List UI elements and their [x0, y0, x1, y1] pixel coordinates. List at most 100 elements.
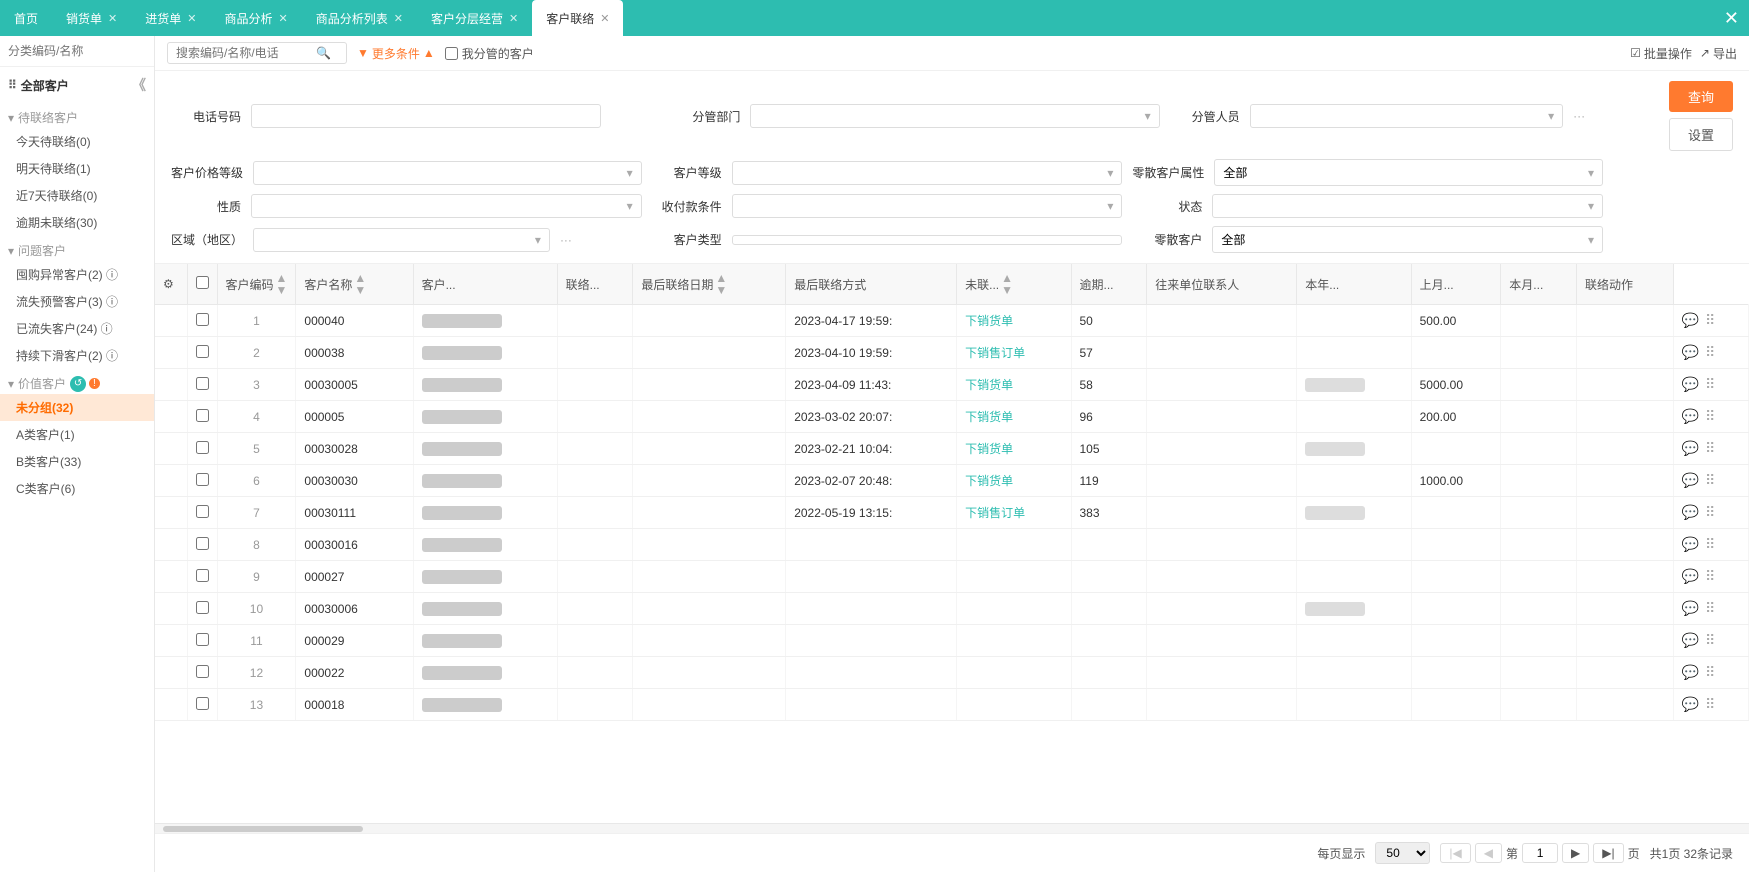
message-icon[interactable]: 💬	[1682, 696, 1699, 713]
row-last-method[interactable]: 下销货单	[957, 369, 1071, 401]
sidebar-group-pending[interactable]: ▾ 待联络客户	[0, 103, 154, 128]
row-checkbox-cell[interactable]	[187, 561, 217, 593]
row-checkbox-cell[interactable]	[187, 337, 217, 369]
sidebar-item-class-b[interactable]: B类客户(33)	[0, 448, 154, 475]
row-last-method[interactable]: 下销货单	[957, 305, 1071, 337]
sidebar-item-class-c[interactable]: C类客户(6)	[0, 475, 154, 502]
row-last-method[interactable]: 下销售订单	[957, 497, 1071, 529]
grid-action-icon[interactable]: ⠿	[1705, 440, 1715, 457]
tab-close-customer-contact[interactable]: ✕	[600, 12, 609, 25]
prev-page-button[interactable]: ◀	[1475, 843, 1502, 863]
sidebar-group-problem[interactable]: ▾ 问题客户	[0, 236, 154, 261]
grid-action-icon[interactable]: ⠿	[1705, 568, 1715, 585]
gear-icon[interactable]: ⚙	[163, 277, 174, 291]
tab-sales-order[interactable]: 销货单 ✕	[52, 0, 131, 36]
grid-action-icon[interactable]: ⠿	[1705, 696, 1715, 713]
row-checkbox[interactable]	[196, 377, 209, 390]
tab-product-analysis[interactable]: 商品分析 ✕	[210, 0, 301, 36]
row-checkbox[interactable]	[196, 537, 209, 550]
grid-action-icon[interactable]: ⠿	[1705, 600, 1715, 617]
contact-method-link[interactable]: 下销货单	[965, 474, 1013, 488]
customer-type-select[interactable]	[732, 235, 1123, 245]
row-checkbox[interactable]	[196, 505, 209, 518]
sidebar-item-churn-warning[interactable]: 流失预警客户(3) ⓘ	[0, 288, 154, 315]
filter-more-button[interactable]: ▼ 更多条件 ▲	[357, 45, 435, 62]
row-checkbox[interactable]	[196, 473, 209, 486]
tab-close-product-analysis-list[interactable]: ✕	[394, 12, 403, 25]
row-checkbox[interactable]	[196, 345, 209, 358]
sidebar-item-today-contact[interactable]: 今天待联络(0)	[0, 128, 154, 155]
sidebar-group-value[interactable]: ▾ 价值客户 ↺ !	[0, 369, 154, 394]
sidebar-item-ungroup[interactable]: 未分组(32)	[0, 394, 154, 421]
row-checkbox-cell[interactable]	[187, 529, 217, 561]
first-page-button[interactable]: |◀	[1440, 843, 1470, 863]
dept-select[interactable]: ▾	[750, 104, 1159, 128]
message-icon[interactable]: 💬	[1682, 536, 1699, 553]
message-icon[interactable]: 💬	[1682, 472, 1699, 489]
sidebar-search-input[interactable]	[8, 44, 155, 58]
customer-level-select[interactable]: ▾	[732, 161, 1123, 185]
message-icon[interactable]: 💬	[1682, 440, 1699, 457]
status-select[interactable]: ▾	[1212, 194, 1603, 218]
tab-customer-segment[interactable]: 客户分层经营 ✕	[417, 0, 532, 36]
sidebar-search-box[interactable]: 🔍	[0, 36, 154, 67]
row-last-method[interactable]: 下销货单	[957, 401, 1071, 433]
row-checkbox-cell[interactable]	[187, 593, 217, 625]
tab-product-analysis-list[interactable]: 商品分析列表 ✕	[302, 0, 417, 36]
price-level-select[interactable]: ▾	[253, 161, 642, 185]
grid-action-icon[interactable]: ⠿	[1705, 536, 1715, 553]
th-gear[interactable]: ⚙	[155, 264, 187, 305]
tab-close-product-analysis[interactable]: ✕	[279, 12, 288, 25]
sidebar-item-overdue-contact[interactable]: 逾期未联络(30)	[0, 209, 154, 236]
row-checkbox[interactable]	[196, 697, 209, 710]
grid-action-icon[interactable]: ⠿	[1705, 408, 1715, 425]
row-checkbox[interactable]	[196, 665, 209, 678]
contact-method-link[interactable]: 下销货单	[965, 410, 1013, 424]
tab-close-customer-segment[interactable]: ✕	[509, 12, 518, 25]
sidebar-item-class-a[interactable]: A类客户(1)	[0, 421, 154, 448]
row-checkbox-cell[interactable]	[187, 465, 217, 497]
page-size-select[interactable]: 50 100	[1375, 842, 1430, 864]
grid-action-icon[interactable]: ⠿	[1705, 312, 1715, 329]
grid-action-icon[interactable]: ⠿	[1705, 472, 1715, 489]
message-icon[interactable]: 💬	[1682, 504, 1699, 521]
next-page-button[interactable]: ▶	[1562, 843, 1589, 863]
contact-method-link[interactable]: 下销售订单	[965, 346, 1025, 360]
row-checkbox-cell[interactable]	[187, 625, 217, 657]
horizontal-scrollbar[interactable]	[155, 823, 1749, 833]
grid-action-icon[interactable]: ⠿	[1705, 504, 1715, 521]
sidebar-item-7days-contact[interactable]: 近7天待联络(0)	[0, 182, 154, 209]
contact-method-link[interactable]: 下销货单	[965, 314, 1013, 328]
main-search-box[interactable]: 🔍	[167, 42, 347, 64]
message-icon[interactable]: 💬	[1682, 312, 1699, 329]
sidebar-item-churned[interactable]: 已流失客户(24) ⓘ	[0, 315, 154, 342]
row-checkbox[interactable]	[196, 441, 209, 454]
message-icon[interactable]: 💬	[1682, 344, 1699, 361]
row-checkbox-cell[interactable]	[187, 369, 217, 401]
tab-home[interactable]: 首页	[0, 0, 52, 36]
row-last-method[interactable]: 下销货单	[957, 465, 1071, 497]
row-checkbox-cell[interactable]	[187, 497, 217, 529]
sidebar-item-abnormal[interactable]: 囤购异常客户(2) ⓘ	[0, 261, 154, 288]
sidebar-all-customers[interactable]: ⠿ 全部客户 《	[0, 67, 154, 103]
sidebar-item-tomorrow-contact[interactable]: 明天待联络(1)	[0, 155, 154, 182]
reset-button[interactable]: 设置	[1669, 118, 1733, 151]
grid-action-icon[interactable]: ⠿	[1705, 376, 1715, 393]
contact-method-link[interactable]: 下销售订单	[965, 506, 1025, 520]
contact-method-link[interactable]: 下销货单	[965, 378, 1013, 392]
message-icon[interactable]: 💬	[1682, 408, 1699, 425]
th-select-all[interactable]	[187, 264, 217, 305]
my-customer-checkbox[interactable]	[445, 47, 458, 60]
tab-close-sales-order[interactable]: ✕	[108, 12, 117, 25]
message-icon[interactable]: 💬	[1682, 632, 1699, 649]
page-number-input[interactable]	[1522, 843, 1558, 863]
retail-customer-select[interactable]: 全部 ▾	[1212, 226, 1603, 253]
grid-action-icon[interactable]: ⠿	[1705, 632, 1715, 649]
row-checkbox[interactable]	[196, 633, 209, 646]
row-checkbox[interactable]	[196, 601, 209, 614]
message-icon[interactable]: 💬	[1682, 664, 1699, 681]
row-checkbox-cell[interactable]	[187, 305, 217, 337]
row-checkbox[interactable]	[196, 569, 209, 582]
main-search-input[interactable]	[176, 46, 316, 60]
message-icon[interactable]: 💬	[1682, 600, 1699, 617]
